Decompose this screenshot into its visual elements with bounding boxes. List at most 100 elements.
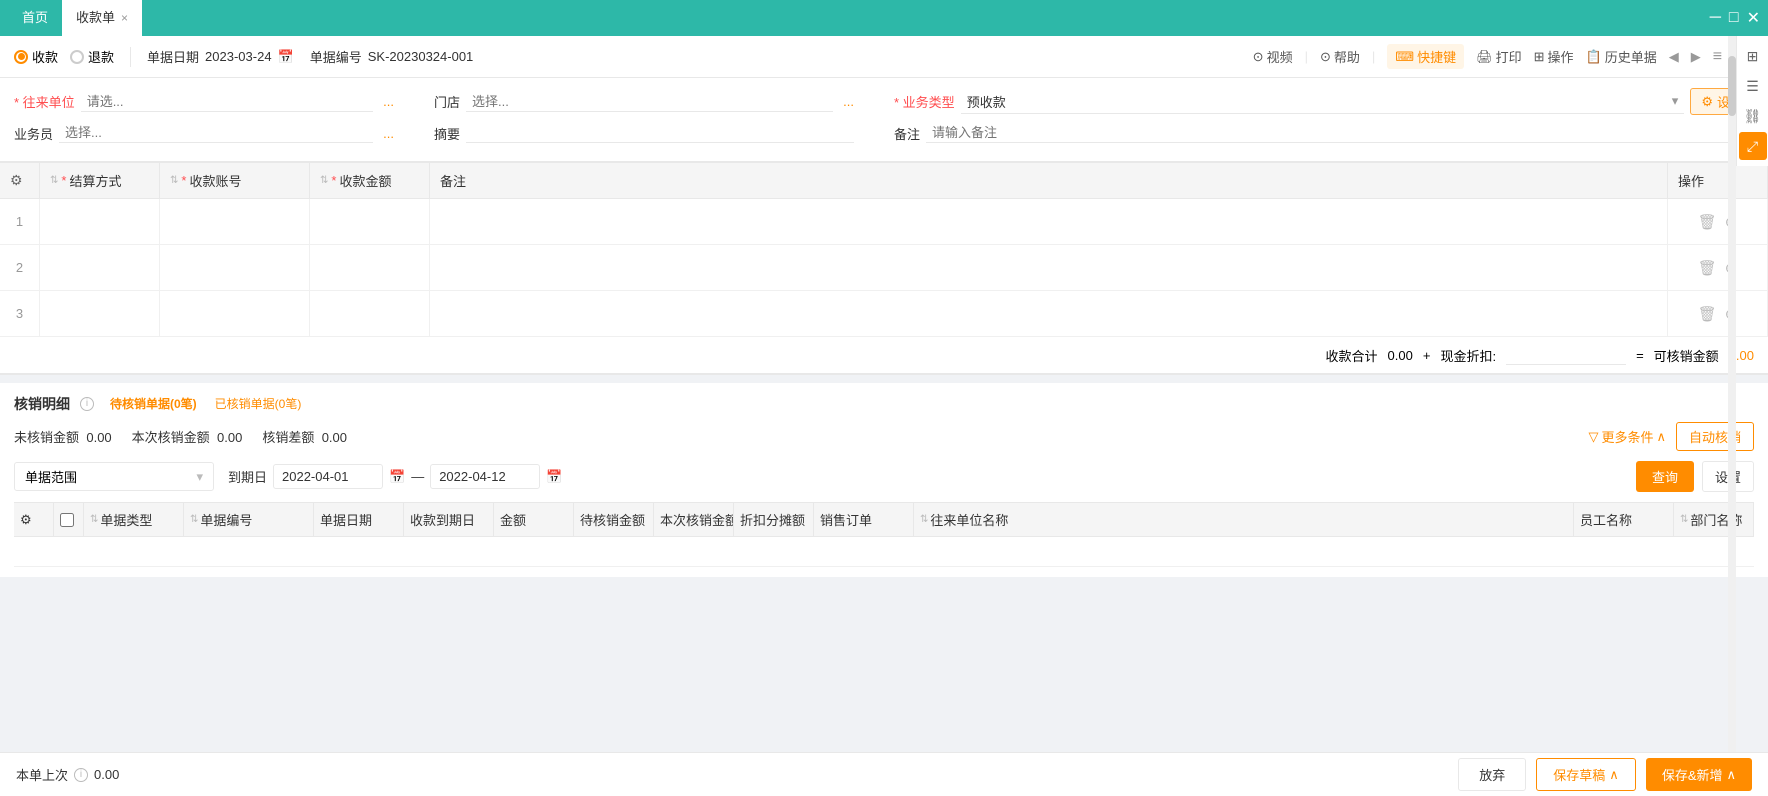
row3-delete-icon[interactable]: 🗑 (1698, 305, 1717, 323)
amount-required: * (331, 173, 336, 188)
business-type-select[interactable]: 预收款 ▾ (961, 90, 1685, 114)
window-close-btn[interactable]: ✕ (1747, 8, 1760, 28)
bt-number-sort-icon[interactable]: ⇅ (190, 514, 198, 525)
row1-account[interactable] (160, 199, 310, 244)
draft-btn[interactable]: 保存草稿 ∧ (1536, 758, 1636, 791)
row1-amount[interactable] (310, 199, 430, 244)
row2-delete-icon[interactable]: 🗑 (1698, 259, 1717, 277)
row3-settlement[interactable] (40, 291, 160, 336)
row2-account[interactable] (160, 245, 310, 290)
staff-more-icon[interactable]: ... (383, 126, 394, 141)
window-minimize-btn[interactable]: ─ (1710, 9, 1721, 27)
bt-type-label: 单据类型 (100, 510, 152, 529)
row3-amount[interactable] (310, 291, 430, 336)
staff-input[interactable] (59, 123, 373, 143)
row1-delete-icon[interactable]: 🗑 (1698, 213, 1717, 231)
btcol-check[interactable] (54, 503, 84, 536)
print-icon: 🖨 (1476, 49, 1493, 65)
date-separator: — (411, 469, 424, 484)
range-label: 单据范围 (25, 467, 77, 486)
radio-refund[interactable]: 退款 (70, 47, 114, 66)
print-btn[interactable]: 🖨 打印 (1476, 47, 1522, 66)
tab-done[interactable]: 已核销单据(0笔) (209, 393, 308, 414)
auto-verify-btn[interactable]: 自动核销 (1676, 422, 1754, 451)
remark-input[interactable] (926, 123, 1754, 143)
date-end-input[interactable] (430, 464, 540, 489)
bottom-table-body (14, 537, 1754, 567)
row2-actions: 🗑 ⊕ (1668, 245, 1768, 290)
bt-type-sort-icon[interactable]: ⇅ (90, 514, 98, 525)
row2-remark[interactable] (430, 245, 1668, 290)
amount-sort-icon[interactable]: ⇅ (320, 175, 328, 186)
remark-label: 备注 (894, 124, 920, 143)
btcol-settings[interactable]: ⚙ (14, 503, 54, 536)
row1-num: 1 (0, 199, 40, 244)
radio-receive[interactable]: 收款 (14, 47, 58, 66)
counterpart-more-icon[interactable]: ... (383, 94, 394, 109)
settlement-sort-icon[interactable]: ⇅ (50, 175, 58, 186)
toolbar-divider-1 (130, 47, 131, 67)
carry-info-icon[interactable]: i (74, 768, 88, 782)
calendar-start-icon[interactable]: 📅 (389, 469, 405, 485)
row2-amount[interactable] (310, 245, 430, 290)
date-value[interactable]: 2023-03-24 (205, 49, 272, 64)
video-btn[interactable]: ⊙ 视频 (1253, 47, 1293, 66)
discount-input[interactable] (1506, 345, 1626, 365)
table-row: 3 🗑 ⊕ (0, 291, 1768, 337)
sidebar-link-icon[interactable]: ⛓ (1739, 102, 1767, 130)
layout-icon[interactable]: ≡ (1713, 48, 1722, 66)
tab-home[interactable]: 首页 (8, 0, 62, 36)
shop-input[interactable] (466, 92, 833, 112)
account-sort-icon[interactable]: ⇅ (170, 175, 178, 186)
counterpart-input[interactable] (81, 92, 373, 112)
row3-account[interactable] (160, 291, 310, 336)
account-label: 收款账号 (189, 171, 241, 190)
tab-close-icon[interactable]: × (121, 0, 128, 36)
bt-partner-sort-icon[interactable]: ⇅ (920, 514, 928, 525)
operation-btn[interactable]: ⊞ 操作 (1534, 47, 1574, 66)
tab-current[interactable]: 收款单 × (62, 0, 142, 36)
nav-prev-icon[interactable]: ◀ (1669, 49, 1679, 65)
window-maximize-btn[interactable]: □ (1729, 9, 1739, 27)
save-btn[interactable]: 保存&新增 ∧ (1646, 758, 1752, 791)
sidebar-table-icon[interactable]: ⊞ (1739, 42, 1767, 70)
help-btn[interactable]: ⊙ 帮助 (1320, 47, 1360, 66)
equals-sign: = (1636, 348, 1644, 363)
verify-tabs: 待核销单据(0笔) 已核销单据(0笔) (104, 393, 307, 414)
date-start-input[interactable] (273, 464, 383, 489)
shortcut-btn[interactable]: ⌨ 快捷键 (1387, 44, 1464, 69)
due-date-field: 到期日 📅 — 📅 (228, 464, 562, 489)
verify-info-icon[interactable]: i (80, 397, 94, 411)
scroll-track[interactable] (1728, 36, 1736, 752)
calendar-icon[interactable]: 📅 (278, 49, 294, 65)
btcol-number: ⇅ 单据编号 (184, 503, 314, 536)
bt-discount-label: 折扣分摊额 (740, 510, 805, 529)
nav-next-icon[interactable]: ▶ (1691, 49, 1701, 65)
bt-dept-sort-icon[interactable]: ⇅ (1680, 514, 1688, 525)
row1-remark[interactable] (430, 199, 1668, 244)
sidebar-expand-icon[interactable]: ⤢ (1739, 132, 1767, 160)
filter-row: 单据范围 ▾ 到期日 📅 — 📅 查询 设置 (14, 461, 1754, 492)
btcol-dept: ⇅ 部门名称 (1674, 503, 1754, 536)
row2-settlement[interactable] (40, 245, 160, 290)
history-btn[interactable]: 📋 历史单据 (1586, 47, 1657, 66)
current-stat: 本次核销金额 0.00 (132, 427, 243, 446)
amount-label: 收款金额 (339, 171, 391, 190)
query-btn[interactable]: 查询 (1636, 461, 1694, 492)
toolbar: 收款 退款 单据日期 2023-03-24 📅 单据编号 SK-20230324… (0, 36, 1768, 78)
summary-input[interactable] (466, 123, 854, 143)
discard-btn[interactable]: 放弃 (1458, 758, 1526, 791)
calendar-end-icon[interactable]: 📅 (546, 469, 562, 485)
tab-pending[interactable]: 待核销单据(0笔) (104, 393, 203, 414)
col-settings[interactable]: ⚙ (0, 163, 40, 198)
row1-settlement[interactable] (40, 199, 160, 244)
more-conditions-btn[interactable]: ▽ 更多条件 ∧ (1588, 427, 1666, 446)
range-selector[interactable]: 单据范围 ▾ (14, 462, 214, 491)
bt-due-label: 收款到期日 (410, 510, 475, 529)
shop-more-icon[interactable]: ... (843, 94, 854, 109)
table-row: 1 🗑 ⊕ (0, 199, 1768, 245)
more-conditions-label: 更多条件 (1601, 427, 1653, 446)
row3-remark[interactable] (430, 291, 1668, 336)
bt-check-all[interactable] (60, 513, 74, 527)
sidebar-list-icon[interactable]: ☰ (1739, 72, 1767, 100)
